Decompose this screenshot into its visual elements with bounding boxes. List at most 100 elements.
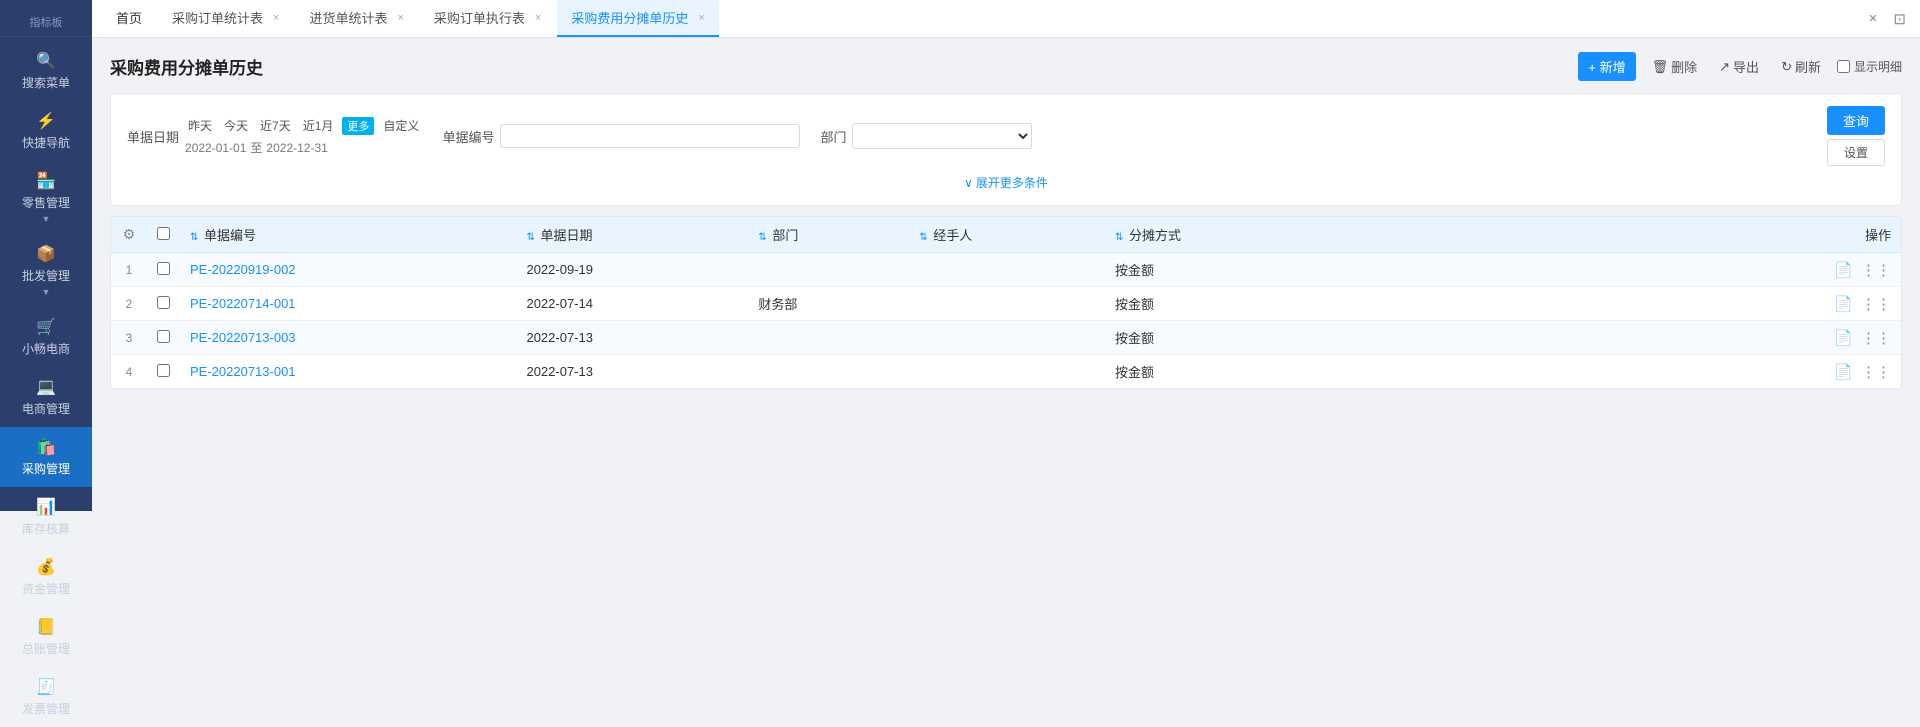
row-dept: 财务部: [748, 287, 909, 321]
sidebar-item-finance[interactable]: 💰 资金管理: [0, 547, 92, 607]
filter-settings-button[interactable]: 设置: [1827, 139, 1885, 166]
row-split-method: 按金额: [1105, 287, 1821, 321]
sidebar-item-ecommerce[interactable]: 💻 电商管理: [0, 367, 92, 427]
tab-label: 采购订单统计表: [172, 8, 263, 27]
sidebar-item-label: 零售管理: [22, 194, 70, 211]
docno-input[interactable]: [500, 124, 800, 148]
view-action-icon[interactable]: 📄: [1834, 295, 1853, 313]
date-range-separator: 至: [250, 139, 262, 156]
accounting-icon: 📒: [36, 617, 56, 637]
row-checkbox[interactable]: [157, 296, 170, 309]
sidebar-item-search[interactable]: 🔍 搜索菜单: [0, 41, 92, 101]
row-actions: 📄 ⋮⋮: [1821, 253, 1901, 287]
tab-home[interactable]: 首页: [102, 0, 156, 37]
sidebar-item-accounting[interactable]: 📒 总账管理: [0, 607, 92, 667]
row-doc-no: PE-20220919-002: [180, 253, 516, 287]
chevron-down-icon: ▼: [42, 214, 51, 224]
tab-close-active-icon[interactable]: ×: [698, 12, 704, 24]
chevron-down-icon: ▼: [42, 287, 51, 297]
refresh-button[interactable]: ↻ 刷新: [1775, 53, 1827, 80]
row-checkbox[interactable]: [157, 262, 170, 275]
sidebar-item-wholesale[interactable]: 📦 批发管理 ▼: [0, 234, 92, 307]
dept-filter: 部门 财务部: [820, 123, 1032, 149]
dept-label: 部门: [820, 127, 846, 146]
column-settings-icon[interactable]: ⚙: [123, 226, 136, 242]
purchase-icon: 🛍️: [36, 437, 56, 457]
more-action-icon[interactable]: ⋮⋮: [1861, 295, 1891, 313]
search-icon: 🔍: [36, 51, 56, 71]
view-action-icon[interactable]: 📄: [1834, 363, 1853, 381]
tab-bar-actions: × ⊡: [1865, 8, 1910, 30]
maximize-window-button[interactable]: ⊡: [1889, 8, 1910, 30]
row-checkbox[interactable]: [157, 330, 170, 343]
sidebar-top-label: 指标板: [0, 8, 92, 37]
tab-purchase-order-exec[interactable]: 采购订单执行表 ×: [420, 0, 555, 37]
data-table: ⚙ ⇅ 单据编号 ⇅ 单据日期: [111, 217, 1901, 389]
doc-no-link[interactable]: PE-20220713-003: [190, 330, 296, 345]
doc-no-link[interactable]: PE-20220919-002: [190, 262, 296, 277]
select-all-checkbox[interactable]: [157, 227, 170, 240]
row-split-method: 按金额: [1105, 355, 1821, 389]
row-doc-date: 2022-07-13: [516, 355, 748, 389]
sidebar-item-retail[interactable]: 🏪 零售管理 ▼: [0, 161, 92, 234]
more-action-icon[interactable]: ⋮⋮: [1861, 363, 1891, 381]
tab-purchase-order-stats[interactable]: 采购订单统计表 ×: [158, 0, 293, 37]
tab-purchase-cost-history[interactable]: 采购费用分摊单历史 ×: [557, 0, 718, 37]
shortcut-yesterday[interactable]: 昨天: [185, 116, 215, 135]
toolbar: + 新增 🗑 删除 ↗ 导出 ↻ 刷新 显示明细: [1578, 52, 1902, 81]
col-dept: ⇅ 部门: [748, 217, 909, 253]
shortcut-7days[interactable]: 近7天: [257, 116, 294, 135]
docno-label: 单据编号: [442, 127, 494, 146]
more-action-icon[interactable]: ⋮⋮: [1861, 261, 1891, 279]
tab-close-icon[interactable]: ×: [397, 12, 403, 24]
sidebar-item-label: 电商管理: [22, 400, 70, 417]
sidebar-item-mini-mall[interactable]: 🛒 小畅电商: [0, 307, 92, 367]
tab-close-icon[interactable]: ×: [535, 12, 541, 24]
sidebar-item-purchase[interactable]: 🛍️ 采购管理: [0, 427, 92, 487]
main-content: 首页 采购订单统计表 × 进货单统计表 × 采购订单执行表 × 采购费用分摊单历…: [92, 0, 1920, 511]
date-filter: 单据日期 昨天 今天 近7天 近1月 更多 自定义 2022-01-01: [127, 116, 422, 156]
tab-inbound-stats[interactable]: 进货单统计表 ×: [295, 0, 417, 37]
table-row: 2 PE-20220714-001 2022-07-14 财务部 按金额 📄 ⋮…: [111, 287, 1901, 321]
row-doc-no: PE-20220713-001: [180, 355, 516, 389]
delete-icon: 🗑: [1652, 59, 1669, 75]
table-container: ⚙ ⇅ 单据编号 ⇅ 单据日期: [110, 216, 1902, 390]
doc-no-link[interactable]: PE-20220714-001: [190, 296, 296, 311]
expand-conditions-button[interactable]: ∨ 展开更多条件: [954, 172, 1058, 193]
sidebar-item-label: 快捷导航: [22, 134, 70, 151]
delete-button[interactable]: 🗑 删除: [1646, 53, 1704, 80]
search-button[interactable]: 查询: [1827, 106, 1885, 135]
tab-close-icon[interactable]: ×: [273, 12, 279, 24]
view-action-icon[interactable]: 📄: [1834, 329, 1853, 347]
sidebar-item-label: 小畅电商: [22, 340, 70, 357]
row-checkbox[interactable]: [157, 364, 170, 377]
shortcut-today[interactable]: 今天: [221, 116, 251, 135]
doc-no-link[interactable]: PE-20220713-001: [190, 364, 296, 379]
row-handler: [909, 321, 1105, 355]
export-button[interactable]: ↗ 导出: [1713, 53, 1765, 80]
dept-select[interactable]: 财务部: [852, 123, 1032, 149]
sort-icon: ⇅: [526, 232, 534, 243]
tab-label: 采购费用分摊单历史: [571, 8, 688, 27]
close-window-button[interactable]: ×: [1865, 8, 1882, 29]
sidebar-item-invoice[interactable]: 🧾 发票管理: [0, 667, 92, 727]
show-cols-checkbox-input[interactable]: [1837, 60, 1850, 73]
wholesale-icon: 📦: [36, 244, 56, 264]
inventory-icon: 📊: [36, 497, 56, 517]
show-cols-toggle[interactable]: 显示明细: [1837, 58, 1902, 75]
docno-filter: 单据编号: [442, 124, 800, 148]
sort-icon: ⇅: [1115, 232, 1123, 243]
date-group: 昨天 今天 近7天 近1月 更多 自定义 2022-01-01 至 2022-1…: [185, 116, 422, 156]
shortcut-more[interactable]: 更多: [342, 117, 374, 135]
more-action-icon[interactable]: ⋮⋮: [1861, 329, 1891, 347]
add-button[interactable]: + 新增: [1578, 52, 1635, 81]
shortcut-custom[interactable]: 自定义: [380, 116, 422, 135]
date-label: 单据日期: [127, 127, 179, 146]
sidebar-item-inventory[interactable]: 📊 库存核算: [0, 487, 92, 547]
row-num: 4: [111, 355, 147, 389]
expand-icon: ∨: [964, 176, 973, 190]
view-action-icon[interactable]: 📄: [1834, 261, 1853, 279]
row-num: 3: [111, 321, 147, 355]
shortcut-1month[interactable]: 近1月: [300, 116, 337, 135]
sidebar-item-quick-nav[interactable]: ⚡ 快捷导航: [0, 101, 92, 161]
